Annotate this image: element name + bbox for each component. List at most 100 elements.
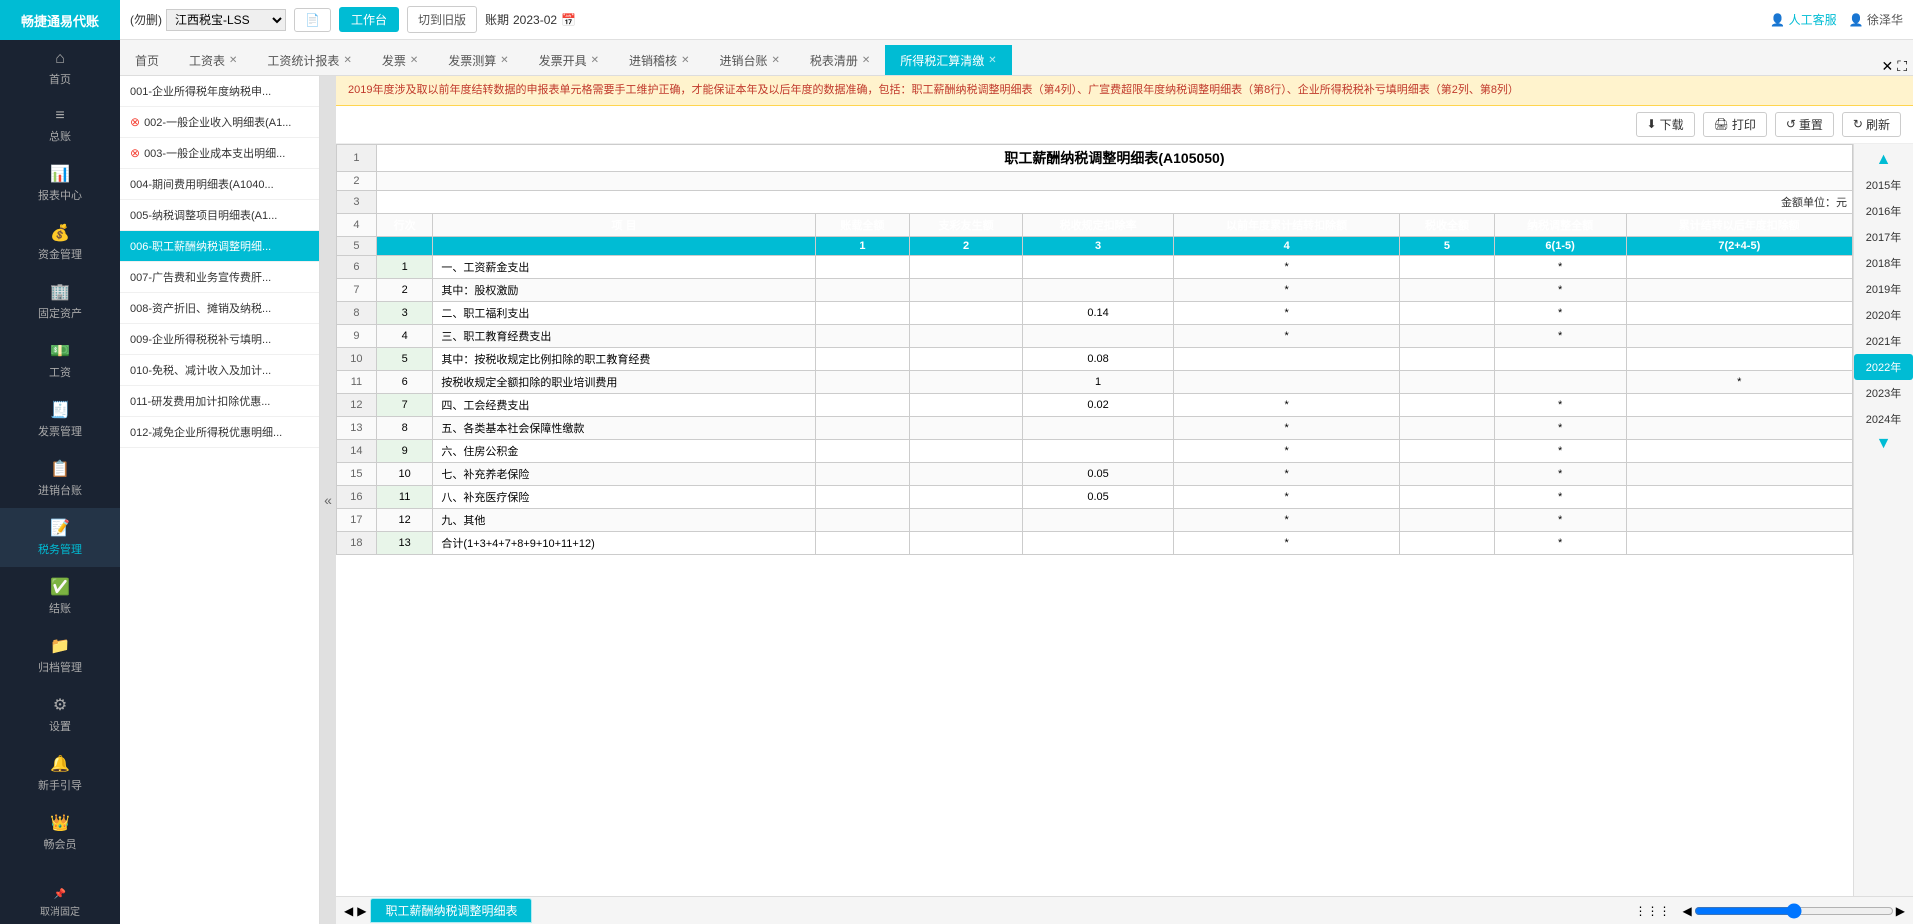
horizontal-scrollbar[interactable] xyxy=(1694,903,1894,919)
cell-c6-4[interactable] xyxy=(1494,347,1626,370)
cell-c2-3[interactable] xyxy=(910,324,1023,347)
table-row[interactable]: 8 3 二、职工福利支出 0.14 * * xyxy=(337,301,1853,324)
cell-c4-2[interactable]: * xyxy=(1174,301,1400,324)
next-sheet-button[interactable]: ▶ xyxy=(357,904,366,918)
tab-invoice-issue[interactable]: 发票开具 ✕ xyxy=(524,45,614,75)
cell-c7-12[interactable] xyxy=(1626,531,1852,554)
year-2021[interactable]: 2021年 xyxy=(1854,328,1913,354)
sidebar-item-newguide[interactable]: 🔔 新手引导 xyxy=(0,744,120,803)
cell-c7-5[interactable]: * xyxy=(1626,370,1852,393)
cell-c2-8[interactable] xyxy=(910,439,1023,462)
cell-c3-9[interactable]: 0.05 xyxy=(1023,462,1174,485)
company-dropdown[interactable]: 江西税宝-LSS xyxy=(166,9,286,31)
close-invoice-issue[interactable]: ✕ xyxy=(591,55,599,66)
cell-c4-12[interactable]: * xyxy=(1174,531,1400,554)
table-row[interactable]: 6 1 一、工资薪金支出 * * xyxy=(337,255,1853,278)
cell-c4-3[interactable]: * xyxy=(1174,324,1400,347)
cell-c7-2[interactable] xyxy=(1626,301,1852,324)
switch-old-button[interactable]: 切到旧版 xyxy=(407,6,477,33)
cell-c2-0[interactable] xyxy=(910,255,1023,278)
cell-c6-7[interactable]: * xyxy=(1494,416,1626,439)
table-row[interactable]: 10 5 其中：按税收规定比例扣除的职工教育经费 0.08 xyxy=(337,347,1853,370)
year-2016[interactable]: 2016年 xyxy=(1854,198,1913,224)
sidebar-item-tax[interactable]: 📝 税务管理 xyxy=(0,508,120,567)
cell-c6-10[interactable]: * xyxy=(1494,485,1626,508)
tab-tax-settlement[interactable]: 所得税汇算清缴 ✕ xyxy=(885,45,1011,75)
cell-c4-8[interactable]: * xyxy=(1174,439,1400,462)
sidebar-item-invoice[interactable]: 🧾 发票管理 xyxy=(0,390,120,449)
cell-c1-6[interactable] xyxy=(815,393,909,416)
cell-c1-5[interactable] xyxy=(815,370,909,393)
cell-c7-10[interactable] xyxy=(1626,485,1852,508)
sidebar-item-salary[interactable]: 💵 工资 xyxy=(0,331,120,390)
sidebar-item-archive[interactable]: 📁 归档管理 xyxy=(0,626,120,685)
cell-c1-0[interactable] xyxy=(815,255,909,278)
workbench-button[interactable]: 工作台 xyxy=(339,7,399,32)
cell-c4-11[interactable]: * xyxy=(1174,508,1400,531)
list-item-011[interactable]: 011-研发费用加计扣除优惠... xyxy=(120,386,319,417)
cell-c6-3[interactable]: * xyxy=(1494,324,1626,347)
cell-c6-11[interactable]: * xyxy=(1494,508,1626,531)
bottom-tab-main[interactable]: 职工薪酬纳税调整明细表 xyxy=(370,898,532,923)
print-button[interactable]: 🖨 打印 xyxy=(1703,112,1767,137)
cell-c7-6[interactable] xyxy=(1626,393,1852,416)
tab-expand-icon[interactable]: ⛶ xyxy=(1897,58,1907,75)
sidebar-item-fixed[interactable]: 🏢 固定资产 xyxy=(0,272,120,331)
year-2018[interactable]: 2018年 xyxy=(1854,250,1913,276)
cell-c7-8[interactable] xyxy=(1626,439,1852,462)
tab-inout-check[interactable]: 进销稽核 ✕ xyxy=(614,45,704,75)
cell-c2-10[interactable] xyxy=(910,485,1023,508)
cell-c6-2[interactable]: * xyxy=(1494,301,1626,324)
tab-inout-ledger[interactable]: 进销台账 ✕ xyxy=(704,45,794,75)
cell-c6-5[interactable] xyxy=(1494,370,1626,393)
cell-c6-0[interactable]: * xyxy=(1494,255,1626,278)
year-2017[interactable]: 2017年 xyxy=(1854,224,1913,250)
year-2019[interactable]: 2019年 xyxy=(1854,276,1913,302)
cell-c7-7[interactable] xyxy=(1626,416,1852,439)
cell-c7-1[interactable] xyxy=(1626,278,1852,301)
cell-c7-11[interactable] xyxy=(1626,508,1852,531)
cell-c2-2[interactable] xyxy=(910,301,1023,324)
year-scroll-up[interactable]: ▲ xyxy=(1873,148,1895,172)
cell-c1-3[interactable] xyxy=(815,324,909,347)
list-item-006[interactable]: 006-职工薪酬纳税调整明细... xyxy=(120,231,319,262)
tab-invoice[interactable]: 发票 ✕ xyxy=(367,45,433,75)
year-scroll-down[interactable]: ▼ xyxy=(1873,432,1895,456)
sidebar-item-home[interactable]: ⌂ 首页 xyxy=(0,40,120,97)
cell-c7-9[interactable] xyxy=(1626,462,1852,485)
sidebar-item-settle[interactable]: ✅ 结账 xyxy=(0,567,120,626)
cell-c6-1[interactable]: * xyxy=(1494,278,1626,301)
year-2015[interactable]: 2015年 xyxy=(1854,172,1913,198)
close-invoice[interactable]: ✕ xyxy=(410,55,418,66)
cell-c4-0[interactable]: * xyxy=(1174,255,1400,278)
cell-c5-10[interactable] xyxy=(1400,485,1494,508)
cell-c1-11[interactable] xyxy=(815,508,909,531)
table-row[interactable]: 18 13 合计(1+3+4+7+8+9+10+11+12) * * xyxy=(337,531,1853,554)
scroll-right-icon[interactable]: ▶ xyxy=(1896,904,1905,918)
cell-c1-2[interactable] xyxy=(815,301,909,324)
close-invoice-calc[interactable]: ✕ xyxy=(500,55,508,66)
table-row[interactable]: 12 7 四、工会经费支出 0.02 * * xyxy=(337,393,1853,416)
close-salary-report[interactable]: ✕ xyxy=(343,55,351,66)
sidebar-item-member[interactable]: 👑 畅会员 xyxy=(0,803,120,862)
cell-c5-0[interactable] xyxy=(1400,255,1494,278)
list-item-008[interactable]: 008-资产折旧、摊销及纳税... xyxy=(120,293,319,324)
list-item-005[interactable]: 005-纳税调整项目明细表(A1... xyxy=(120,200,319,231)
cell-c5-9[interactable] xyxy=(1400,462,1494,485)
year-2020[interactable]: 2020年 xyxy=(1854,302,1913,328)
cell-c5-2[interactable] xyxy=(1400,301,1494,324)
cell-c1-1[interactable] xyxy=(815,278,909,301)
list-item-004[interactable]: 004-期间费用明细表(A1040... xyxy=(120,169,319,200)
cell-c6-6[interactable]: * xyxy=(1494,393,1626,416)
cell-c3-0[interactable] xyxy=(1023,255,1174,278)
list-item-002[interactable]: ⊗ 002-一般企业收入明细表(A1... xyxy=(120,107,319,138)
calendar-icon[interactable]: 📅 xyxy=(561,13,576,27)
cell-c3-7[interactable] xyxy=(1023,416,1174,439)
close-salary-table[interactable]: ✕ xyxy=(229,55,237,66)
tab-salary-table[interactable]: 工资表 ✕ xyxy=(174,45,252,75)
tab-invoice-calc[interactable]: 发票测算 ✕ xyxy=(433,45,523,75)
cell-c6-8[interactable]: * xyxy=(1494,439,1626,462)
year-2022[interactable]: 2022年 xyxy=(1854,354,1913,380)
table-row[interactable]: 11 6 按税收规定全额扣除的职业培训费用 1 * xyxy=(337,370,1853,393)
cell-c7-0[interactable] xyxy=(1626,255,1852,278)
